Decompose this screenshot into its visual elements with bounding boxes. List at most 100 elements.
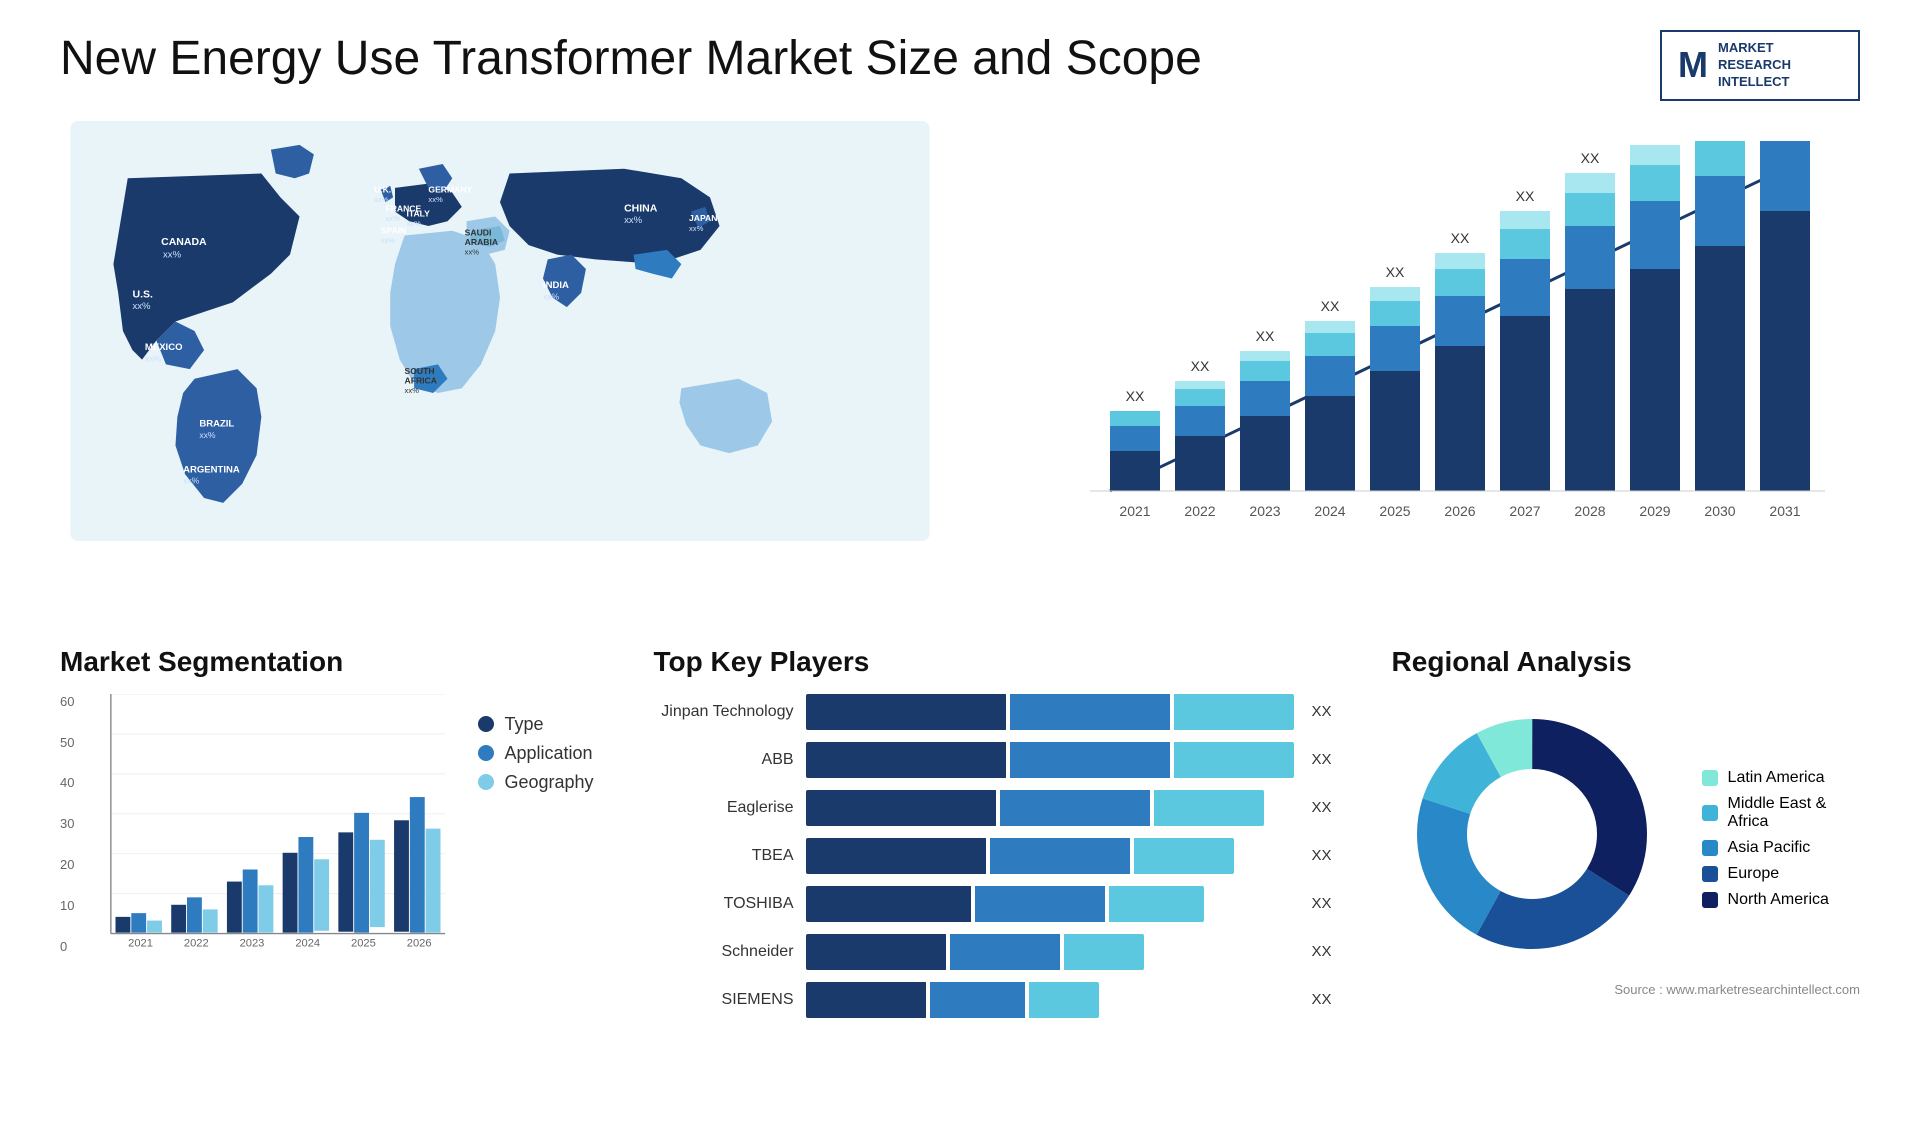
svg-text:XX: XX	[1451, 230, 1470, 246]
players-section: Top Key Players Jinpan Technology XX ABB	[634, 646, 1352, 1030]
segmentation-section: Market Segmentation 60 50 40 30 20 10 0	[60, 646, 594, 1030]
player-name-eaglerise: Eaglerise	[654, 799, 794, 817]
svg-text:XX: XX	[1321, 298, 1340, 314]
svg-text:GERMANY: GERMANY	[428, 184, 472, 194]
donut-center	[1472, 774, 1592, 894]
page: New Energy Use Transformer Market Size a…	[0, 0, 1920, 1146]
players-title: Top Key Players	[654, 646, 1332, 678]
reg-legend-asia-pacific: Asia Pacific	[1702, 839, 1860, 857]
svg-text:SAUDI: SAUDI	[465, 227, 492, 237]
regional-legend: Latin America Middle East & Africa Asia …	[1702, 769, 1860, 909]
svg-text:XX: XX	[1191, 358, 1210, 374]
player-name-abb: ABB	[654, 751, 794, 769]
legend-geography: Geography	[478, 772, 593, 793]
page-title: New Energy Use Transformer Market Size a…	[60, 30, 1202, 88]
reg-legend-middle-east: Middle East & Africa	[1702, 795, 1860, 831]
svg-text:xx%: xx%	[624, 215, 643, 226]
legend-label-type: Type	[504, 714, 543, 735]
player-xx-eaglerise: XX	[1312, 799, 1332, 816]
reg-legend-north-america: North America	[1702, 891, 1860, 909]
map-container: CANADA xx% U.S. xx% MEXICO xx% BRAZIL xx…	[60, 121, 940, 616]
reg-dot-europe	[1702, 866, 1718, 882]
svg-text:SPAIN: SPAIN	[381, 225, 407, 235]
svg-text:AFRICA: AFRICA	[405, 375, 437, 385]
bar-chart-container: XX 2021 XX 2022 XX 2023	[980, 121, 1860, 616]
player-name-toshiba: TOSHIBA	[654, 895, 794, 913]
svg-text:2022: 2022	[184, 937, 209, 949]
player-xx-toshiba: XX	[1312, 895, 1332, 912]
seg-legend: Type Application Geography	[478, 714, 593, 793]
reg-label-north-america: North America	[1728, 891, 1829, 909]
legend-dot-application	[478, 745, 494, 761]
player-row-toshiba: TOSHIBA XX	[654, 886, 1332, 922]
player-row-tbea: TBEA XX	[654, 838, 1332, 874]
svg-text:2031: 2031	[1769, 503, 1800, 519]
map-label-mexico: MEXICO	[145, 342, 183, 353]
players-list: Jinpan Technology XX ABB XX	[654, 694, 1332, 1018]
svg-text:2026: 2026	[407, 937, 432, 949]
svg-text:2026: 2026	[1444, 503, 1475, 519]
svg-text:xx%: xx%	[183, 475, 200, 485]
svg-text:XX: XX	[1516, 188, 1535, 204]
regional-section: Regional Analysis	[1392, 646, 1860, 1030]
svg-text:xx%: xx%	[133, 301, 152, 312]
map-label-us: U.S.	[133, 288, 154, 300]
svg-text:2021: 2021	[1119, 503, 1150, 519]
player-xx-jinpan: XX	[1312, 703, 1332, 720]
svg-text:XX: XX	[1256, 328, 1275, 344]
svg-text:INDIA: INDIA	[543, 280, 569, 291]
player-xx-siemens: XX	[1312, 991, 1332, 1008]
legend-label-application: Application	[504, 743, 592, 764]
bar-chart-svg: XX 2021 XX 2022 XX 2023	[1040, 141, 1840, 561]
player-name-siemens: SIEMENS	[654, 991, 794, 1009]
player-row-eaglerise: Eaglerise XX	[654, 790, 1332, 826]
reg-legend-latin-america: Latin America	[1702, 769, 1860, 787]
logo-letter: M	[1678, 44, 1708, 86]
donut-svg	[1392, 694, 1672, 974]
svg-text:xx%: xx%	[428, 195, 443, 204]
reg-label-europe: Europe	[1728, 865, 1780, 883]
player-name-tbea: TBEA	[654, 847, 794, 865]
svg-text:xx%: xx%	[689, 223, 704, 232]
svg-text:JAPAN: JAPAN	[689, 213, 717, 223]
svg-text:xx%: xx%	[163, 249, 182, 260]
bottom-section: Market Segmentation 60 50 40 30 20 10 0	[60, 646, 1860, 1030]
top-section: CANADA xx% U.S. xx% MEXICO xx% BRAZIL xx…	[60, 121, 1860, 616]
svg-text:XX: XX	[1126, 388, 1145, 404]
svg-text:2024: 2024	[1314, 503, 1345, 519]
player-xx-tbea: XX	[1312, 847, 1332, 864]
svg-text:U.K.: U.K.	[374, 184, 391, 194]
reg-dot-asia	[1702, 840, 1718, 856]
svg-text:XX: XX	[1386, 264, 1405, 280]
svg-text:xx%: xx%	[145, 353, 162, 363]
player-row-siemens: SIEMENS XX	[654, 982, 1332, 1018]
svg-text:XX: XX	[1646, 141, 1665, 144]
legend-dot-type	[478, 716, 494, 732]
svg-text:2029: 2029	[1639, 503, 1670, 519]
seg-chart: 60 50 40 30 20 10 0	[60, 694, 458, 959]
header: New Energy Use Transformer Market Size a…	[60, 30, 1860, 101]
reg-dot-middle-east	[1702, 805, 1718, 821]
svg-text:xx%: xx%	[199, 430, 216, 440]
map-label-canada: CANADA	[161, 236, 207, 248]
player-bar-abb	[806, 742, 1294, 778]
svg-text:xx%: xx%	[405, 386, 420, 395]
logo: M MARKET RESEARCH INTELLECT	[1660, 30, 1860, 101]
svg-text:2024: 2024	[296, 937, 321, 949]
logo-text: MARKET RESEARCH INTELLECT	[1718, 40, 1791, 91]
map-label-brazil: BRAZIL	[199, 418, 234, 429]
svg-text:2027: 2027	[1509, 503, 1540, 519]
map-label-argentina: ARGENTINA	[183, 464, 240, 475]
legend-label-geography: Geography	[504, 772, 593, 793]
svg-text:XX: XX	[1581, 150, 1600, 166]
svg-text:2028: 2028	[1574, 503, 1605, 519]
legend-application: Application	[478, 743, 593, 764]
player-name-jinpan: Jinpan Technology	[654, 703, 794, 721]
svg-text:2022: 2022	[1184, 503, 1215, 519]
player-xx-abb: XX	[1312, 751, 1332, 768]
svg-text:xx%: xx%	[381, 236, 396, 245]
reg-label-latin: Latin America	[1728, 769, 1825, 787]
seg-bars-wrap: 2021 2022 2023	[98, 694, 458, 959]
regional-title: Regional Analysis	[1392, 646, 1860, 678]
player-name-schneider: Schneider	[654, 943, 794, 961]
